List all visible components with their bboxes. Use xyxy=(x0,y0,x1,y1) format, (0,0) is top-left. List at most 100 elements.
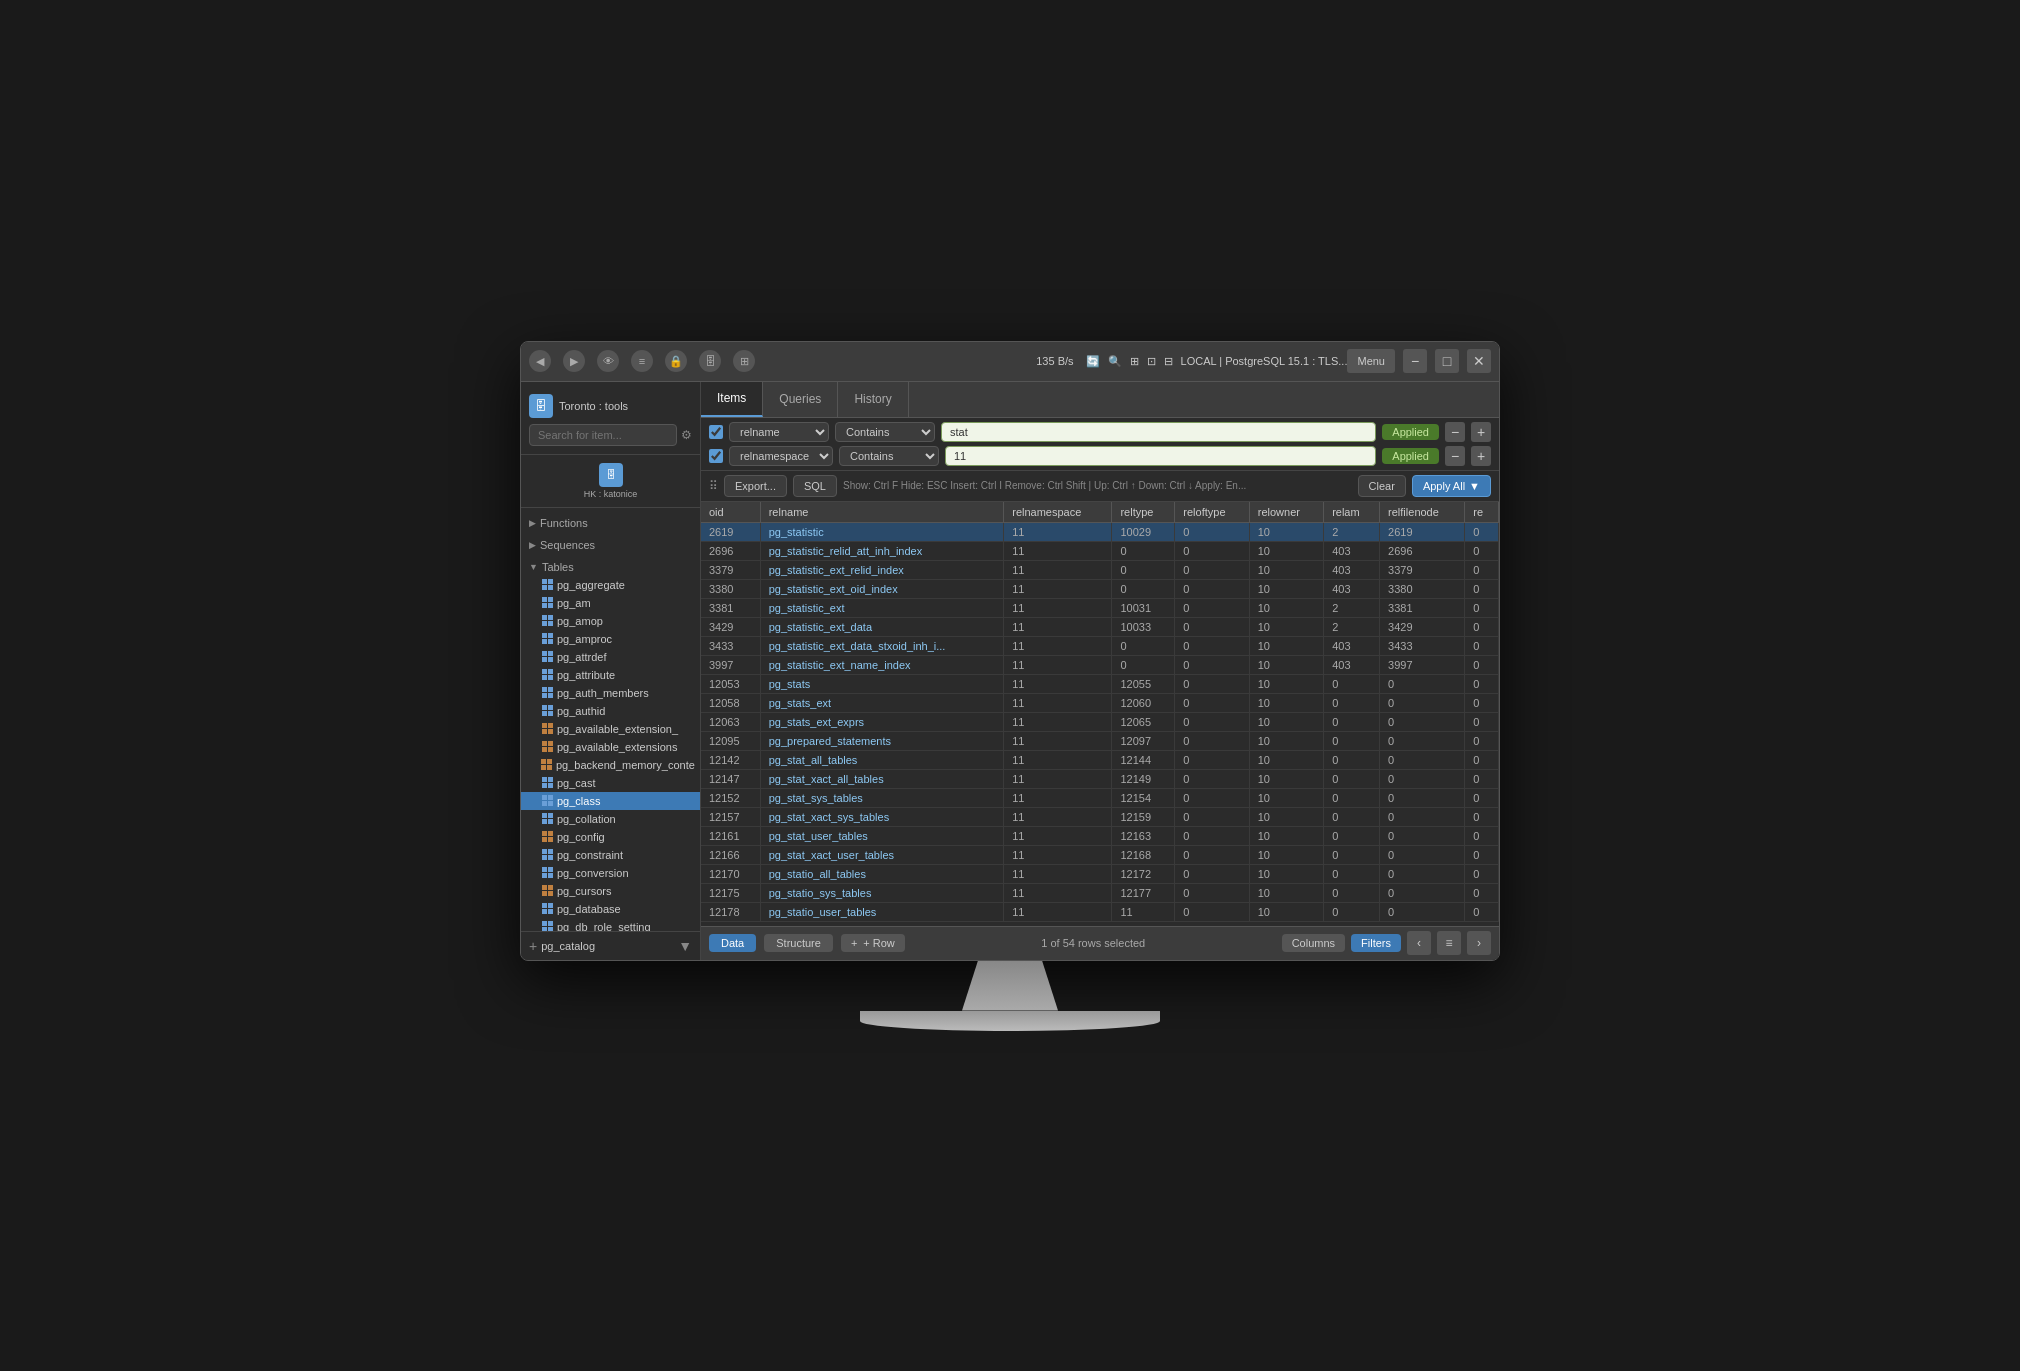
col-header-relnamespace[interactable]: relnamespace xyxy=(1004,502,1112,523)
cell-relam[interactable]: 0 xyxy=(1324,902,1380,921)
sidebar-item-pg_attrdef[interactable]: pg_attrdef xyxy=(521,648,700,666)
cell-relfilenode[interactable]: 0 xyxy=(1380,807,1465,826)
cell-relname[interactable]: pg_stats_ext_exprs xyxy=(760,712,1004,731)
columns-button[interactable]: Columns xyxy=(1282,934,1345,952)
cell-reltype[interactable]: 12149 xyxy=(1112,769,1175,788)
cell-reloftype[interactable]: 0 xyxy=(1175,655,1249,674)
sidebar-item-pg_amproc[interactable]: pg_amproc xyxy=(521,630,700,648)
table-row[interactable]: 12058 pg_stats_ext 11 12060 0 10 0 0 0 xyxy=(701,693,1499,712)
cell-reloftype[interactable]: 0 xyxy=(1175,769,1249,788)
cell-relnamespace[interactable]: 11 xyxy=(1004,712,1112,731)
cell-relname[interactable]: pg_statio_all_tables xyxy=(760,864,1004,883)
data-table-container[interactable]: oid relname relnamespace reltype relofty… xyxy=(701,502,1499,926)
cell-relname[interactable]: pg_stat_all_tables xyxy=(760,750,1004,769)
cell-relnamespace[interactable]: 11 xyxy=(1004,560,1112,579)
cell-relowner[interactable]: 10 xyxy=(1249,541,1323,560)
cell-re[interactable]: 0 xyxy=(1465,769,1499,788)
table-row[interactable]: 12161 pg_stat_user_tables 11 12163 0 10 … xyxy=(701,826,1499,845)
cell-relam[interactable]: 403 xyxy=(1324,541,1380,560)
sidebar-item-pg_class[interactable]: pg_class xyxy=(521,792,700,810)
cell-relam[interactable]: 2 xyxy=(1324,617,1380,636)
sidebar-item-pg_available_extension_[interactable]: pg_available_extension_ xyxy=(521,720,700,738)
connection-toronto[interactable]: 🗄 Toronto : tools xyxy=(529,390,692,424)
minimize-button[interactable]: − xyxy=(1403,349,1427,373)
sidebar-item-pg_database[interactable]: pg_database xyxy=(521,900,700,918)
apply-all-button[interactable]: Apply All ▼ xyxy=(1412,475,1491,497)
cell-oid[interactable]: 2619 xyxy=(701,522,760,541)
cell-relam[interactable]: 0 xyxy=(1324,883,1380,902)
cell-reltype[interactable]: 12177 xyxy=(1112,883,1175,902)
cell-relam[interactable]: 0 xyxy=(1324,712,1380,731)
table-row[interactable]: 12157 pg_stat_xact_sys_tables 11 12159 0… xyxy=(701,807,1499,826)
search-input[interactable] xyxy=(529,424,677,446)
cell-relowner[interactable]: 10 xyxy=(1249,636,1323,655)
title-bar-icon-search[interactable]: 🔍 xyxy=(1108,355,1122,368)
cell-re[interactable]: 0 xyxy=(1465,617,1499,636)
col-header-relname[interactable]: relname xyxy=(760,502,1004,523)
cell-relfilenode[interactable]: 2696 xyxy=(1380,541,1465,560)
cell-reloftype[interactable]: 0 xyxy=(1175,712,1249,731)
cell-re[interactable]: 0 xyxy=(1465,826,1499,845)
cell-relowner[interactable]: 10 xyxy=(1249,750,1323,769)
cell-relname[interactable]: pg_stat_xact_sys_tables xyxy=(760,807,1004,826)
cell-reltype[interactable]: 12097 xyxy=(1112,731,1175,750)
cell-reloftype[interactable]: 0 xyxy=(1175,750,1249,769)
cell-re[interactable]: 0 xyxy=(1465,845,1499,864)
cell-relowner[interactable]: 10 xyxy=(1249,655,1323,674)
table-row[interactable]: 12095 pg_prepared_statements 11 12097 0 … xyxy=(701,731,1499,750)
cell-reltype[interactable]: 12055 xyxy=(1112,674,1175,693)
cell-reltype[interactable]: 12065 xyxy=(1112,712,1175,731)
sidebar-item-pg_authid[interactable]: pg_authid xyxy=(521,702,700,720)
title-bar-icon-refresh[interactable]: 🔄 xyxy=(1086,355,1100,368)
cell-oid[interactable]: 12058 xyxy=(701,693,760,712)
cell-relowner[interactable]: 10 xyxy=(1249,807,1323,826)
cell-oid[interactable]: 3997 xyxy=(701,655,760,674)
table-row[interactable]: 12142 pg_stat_all_tables 11 12144 0 10 0… xyxy=(701,750,1499,769)
cell-oid[interactable]: 12053 xyxy=(701,674,760,693)
cell-relfilenode[interactable]: 3379 xyxy=(1380,560,1465,579)
cell-relfilenode[interactable]: 0 xyxy=(1380,883,1465,902)
cell-relnamespace[interactable]: 11 xyxy=(1004,902,1112,921)
cell-relname[interactable]: pg_statistic_ext_oid_index xyxy=(760,579,1004,598)
sequences-header[interactable]: ▶ Sequences xyxy=(521,536,700,554)
table-row[interactable]: 12166 pg_stat_xact_user_tables 11 12168 … xyxy=(701,845,1499,864)
cell-reloftype[interactable]: 0 xyxy=(1175,579,1249,598)
cell-relname[interactable]: pg_statistic_relid_att_inh_index xyxy=(760,541,1004,560)
cell-relfilenode[interactable]: 3381 xyxy=(1380,598,1465,617)
maximize-button[interactable]: □ xyxy=(1435,349,1459,373)
cell-reloftype[interactable]: 0 xyxy=(1175,883,1249,902)
cell-relfilenode[interactable]: 0 xyxy=(1380,712,1465,731)
cell-relname[interactable]: pg_stat_user_tables xyxy=(760,826,1004,845)
cell-relowner[interactable]: 10 xyxy=(1249,902,1323,921)
col-header-re[interactable]: re xyxy=(1465,502,1499,523)
cell-oid[interactable]: 12178 xyxy=(701,902,760,921)
cell-oid[interactable]: 12147 xyxy=(701,769,760,788)
cell-relam[interactable]: 0 xyxy=(1324,845,1380,864)
add-schema-button[interactable]: + xyxy=(529,938,537,954)
filter1-value[interactable] xyxy=(941,422,1376,442)
cell-relowner[interactable]: 10 xyxy=(1249,731,1323,750)
table-row[interactable]: 3433 pg_statistic_ext_data_stxoid_inh_i.… xyxy=(701,636,1499,655)
cell-reloftype[interactable]: 0 xyxy=(1175,826,1249,845)
cell-relnamespace[interactable]: 11 xyxy=(1004,655,1112,674)
cell-relnamespace[interactable]: 11 xyxy=(1004,750,1112,769)
cell-relnamespace[interactable]: 11 xyxy=(1004,674,1112,693)
cell-relfilenode[interactable]: 0 xyxy=(1380,902,1465,921)
cell-relname[interactable]: pg_prepared_statements xyxy=(760,731,1004,750)
cell-relfilenode[interactable]: 3997 xyxy=(1380,655,1465,674)
cell-relam[interactable]: 0 xyxy=(1324,807,1380,826)
prev-page-button[interactable]: ‹ xyxy=(1407,931,1431,955)
filter1-checkbox[interactable] xyxy=(709,425,723,439)
table-row[interactable]: 12147 pg_stat_xact_all_tables 11 12149 0… xyxy=(701,769,1499,788)
cell-relnamespace[interactable]: 11 xyxy=(1004,598,1112,617)
export-button[interactable]: Export... xyxy=(724,475,787,497)
cell-re[interactable]: 0 xyxy=(1465,674,1499,693)
cell-relfilenode[interactable]: 0 xyxy=(1380,826,1465,845)
list-icon[interactable]: ≡ xyxy=(631,350,653,372)
nav-forward-icon[interactable]: ▶ xyxy=(563,350,585,372)
cell-relam[interactable]: 403 xyxy=(1324,579,1380,598)
cell-relname[interactable]: pg_statistic_ext_name_index xyxy=(760,655,1004,674)
cell-oid[interactable]: 12170 xyxy=(701,864,760,883)
structure-tab[interactable]: Structure xyxy=(764,934,833,952)
table-row[interactable]: 12063 pg_stats_ext_exprs 11 12065 0 10 0… xyxy=(701,712,1499,731)
